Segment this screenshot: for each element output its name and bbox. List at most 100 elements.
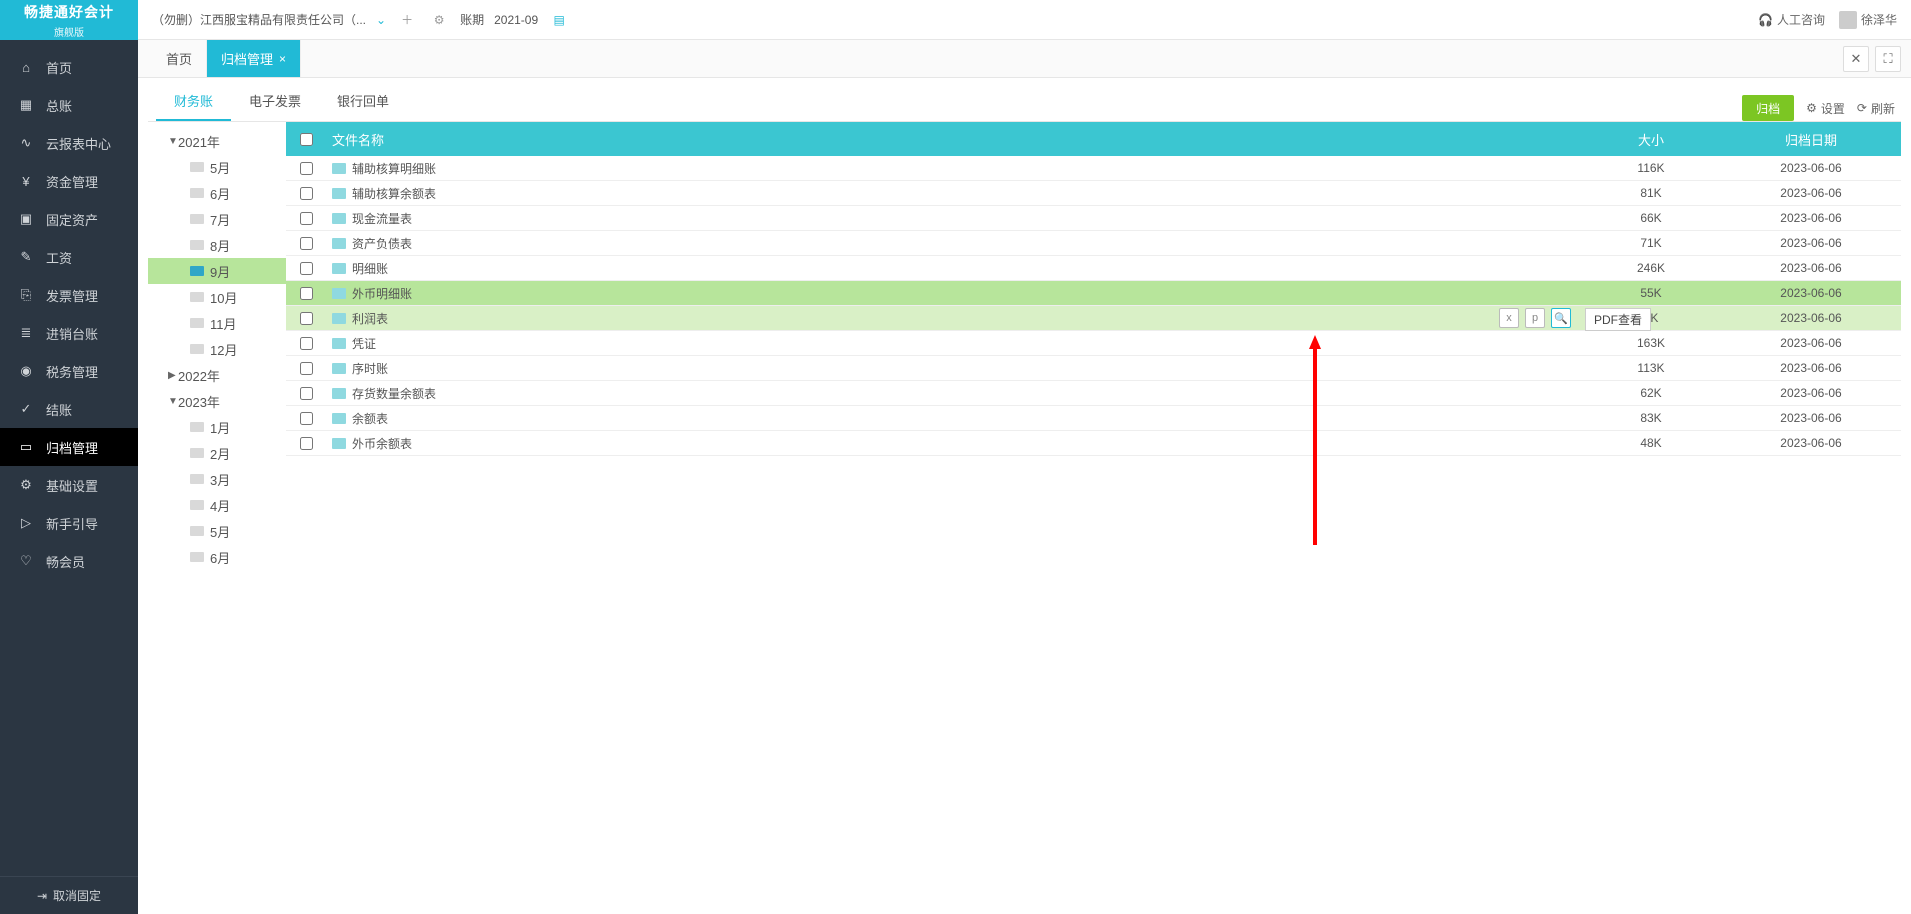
row-checkbox[interactable]: [300, 237, 313, 250]
close-all-tabs-button[interactable]: ✕: [1843, 46, 1869, 72]
page-tab[interactable]: 归档管理×: [207, 40, 301, 77]
table-row[interactable]: 资产负债表71K2023-06-06: [286, 231, 1901, 256]
table-row[interactable]: 序时账113K2023-06-06: [286, 356, 1901, 381]
nav-item-12[interactable]: ▷新手引导: [0, 504, 138, 542]
tree-month-label: 11月: [210, 314, 237, 333]
row-checkbox[interactable]: [300, 337, 313, 350]
tree-month[interactable]: 1月: [148, 414, 286, 440]
tree-year[interactable]: ▼2023年: [148, 388, 286, 414]
nav-item-10[interactable]: ▭归档管理: [0, 428, 138, 466]
row-checkbox[interactable]: [300, 287, 313, 300]
tree-month[interactable]: 6月: [148, 544, 286, 570]
archive-button[interactable]: 归档: [1742, 95, 1794, 121]
sidebar-unpin[interactable]: ⇥ 取消固定: [0, 876, 138, 914]
tree-month[interactable]: 12月: [148, 336, 286, 362]
table-row[interactable]: 外币明细账55K2023-06-06: [286, 281, 1901, 306]
unpin-icon: ⇥: [37, 889, 47, 903]
row-checkbox[interactable]: [300, 312, 313, 325]
refresh-link[interactable]: ⟳ 刷新: [1857, 100, 1895, 117]
nav: ⌂首页▦总账∿云报表中心¥资金管理▣固定资产✎工资⎘发票管理≣进销台账◉税务管理…: [0, 40, 138, 876]
file-name: 外币余额表: [352, 435, 412, 452]
tree-month[interactable]: 11月: [148, 310, 286, 336]
nav-item-2[interactable]: ∿云报表中心: [0, 124, 138, 162]
nav-item-1[interactable]: ▦总账: [0, 86, 138, 124]
tabs-bar: 首页归档管理× ✕ ⛶: [138, 40, 1911, 78]
avatar-icon: [1839, 11, 1857, 29]
sub-tab[interactable]: 电子发票: [231, 83, 319, 121]
chevron-down-icon[interactable]: ⌄: [376, 13, 386, 27]
table-row[interactable]: 明细账246K2023-06-06: [286, 256, 1901, 281]
nav-icon: ∿: [18, 135, 34, 151]
username-label: 徐泽华: [1861, 11, 1897, 28]
sub-tab[interactable]: 财务账: [156, 83, 231, 121]
archive-date: 2023-06-06: [1721, 186, 1901, 200]
tree-month[interactable]: 7月: [148, 206, 286, 232]
sub-tab[interactable]: 银行回单: [319, 83, 407, 121]
tree-month[interactable]: 8月: [148, 232, 286, 258]
gear-icon[interactable]: ⚙: [428, 9, 450, 31]
tree-month[interactable]: 2月: [148, 440, 286, 466]
nav-item-5[interactable]: ✎工资: [0, 238, 138, 276]
nav-item-8[interactable]: ◉税务管理: [0, 352, 138, 390]
tree-month-label: 1月: [210, 418, 230, 437]
pdf-export-icon[interactable]: p: [1525, 308, 1545, 328]
table-row[interactable]: 现金流量表66K2023-06-06: [286, 206, 1901, 231]
table-row[interactable]: 余额表83K2023-06-06: [286, 406, 1901, 431]
select-all-checkbox[interactable]: [300, 133, 313, 146]
nav-item-6[interactable]: ⎘发票管理: [0, 276, 138, 314]
calendar-icon[interactable]: ▤: [548, 9, 570, 31]
page-tab[interactable]: 首页: [152, 40, 207, 77]
table-row[interactable]: 辅助核算余额表81K2023-06-06: [286, 181, 1901, 206]
tree-month-label: 2月: [210, 444, 230, 463]
tree-month-label: 4月: [210, 496, 230, 515]
tab-close-icon[interactable]: ×: [279, 52, 286, 66]
add-icon[interactable]: ＋: [396, 9, 418, 31]
folder-icon: [190, 344, 204, 354]
tree-month[interactable]: 10月: [148, 284, 286, 310]
row-checkbox[interactable]: [300, 412, 313, 425]
tree-month[interactable]: 5月: [148, 518, 286, 544]
archive-date: 2023-06-06: [1721, 236, 1901, 250]
support-link[interactable]: 🎧 人工咨询: [1758, 11, 1825, 28]
period-label: 账期: [460, 11, 484, 28]
nav-item-11[interactable]: ⚙基础设置: [0, 466, 138, 504]
nav-item-9[interactable]: ✓结账: [0, 390, 138, 428]
tree-month[interactable]: 6月: [148, 180, 286, 206]
excel-export-icon[interactable]: x: [1499, 308, 1519, 328]
table-row[interactable]: 辅助核算明细账116K2023-06-06: [286, 156, 1901, 181]
row-checkbox[interactable]: [300, 187, 313, 200]
row-checkbox[interactable]: [300, 362, 313, 375]
row-checkbox[interactable]: [300, 387, 313, 400]
row-checkbox[interactable]: [300, 437, 313, 450]
table-row[interactable]: 利润表xp🔍PDF查看2K2023-06-06: [286, 306, 1901, 331]
table-row[interactable]: 外币余额表48K2023-06-06: [286, 431, 1901, 456]
settings-link[interactable]: ⚙ 设置: [1806, 100, 1845, 117]
nav-item-3[interactable]: ¥资金管理: [0, 162, 138, 200]
main: （勿删）江西服宝精品有限责任公司（... ⌄ ＋ ⚙ 账期 2021-09 ▤ …: [138, 0, 1911, 914]
nav-label: 归档管理: [46, 438, 98, 457]
period-value[interactable]: 2021-09: [494, 13, 538, 27]
row-checkbox[interactable]: [300, 262, 313, 275]
nav-item-0[interactable]: ⌂首页: [0, 48, 138, 86]
fullscreen-button[interactable]: ⛶: [1875, 46, 1901, 72]
nav-item-13[interactable]: ♡畅会员: [0, 542, 138, 580]
nav-item-4[interactable]: ▣固定资产: [0, 200, 138, 238]
table-row[interactable]: 存货数量余额表62K2023-06-06: [286, 381, 1901, 406]
tree-month[interactable]: 5月: [148, 154, 286, 180]
tree-month[interactable]: 4月: [148, 492, 286, 518]
row-checkbox[interactable]: [300, 162, 313, 175]
tree-year[interactable]: ▶2022年: [148, 362, 286, 388]
content: 财务账电子发票银行回单 归档 ⚙ 设置 ⟳ 刷新 ▼2021年5月6月7月8月9…: [138, 78, 1911, 914]
user-menu[interactable]: 徐泽华: [1839, 11, 1897, 29]
tree-month[interactable]: 3月: [148, 466, 286, 492]
nav-label: 工资: [46, 248, 72, 267]
company-selector[interactable]: （勿删）江西服宝精品有限责任公司（...: [152, 11, 366, 28]
tree-month[interactable]: 9月: [148, 258, 286, 284]
file-icon: [332, 338, 346, 349]
tree-year[interactable]: ▼2021年: [148, 128, 286, 154]
row-checkbox[interactable]: [300, 212, 313, 225]
table-row[interactable]: 凭证163K2023-06-06: [286, 331, 1901, 356]
file-size: 246K: [1581, 261, 1721, 275]
pdf-preview-icon[interactable]: 🔍: [1551, 308, 1571, 328]
nav-item-7[interactable]: ≣进销台账: [0, 314, 138, 352]
